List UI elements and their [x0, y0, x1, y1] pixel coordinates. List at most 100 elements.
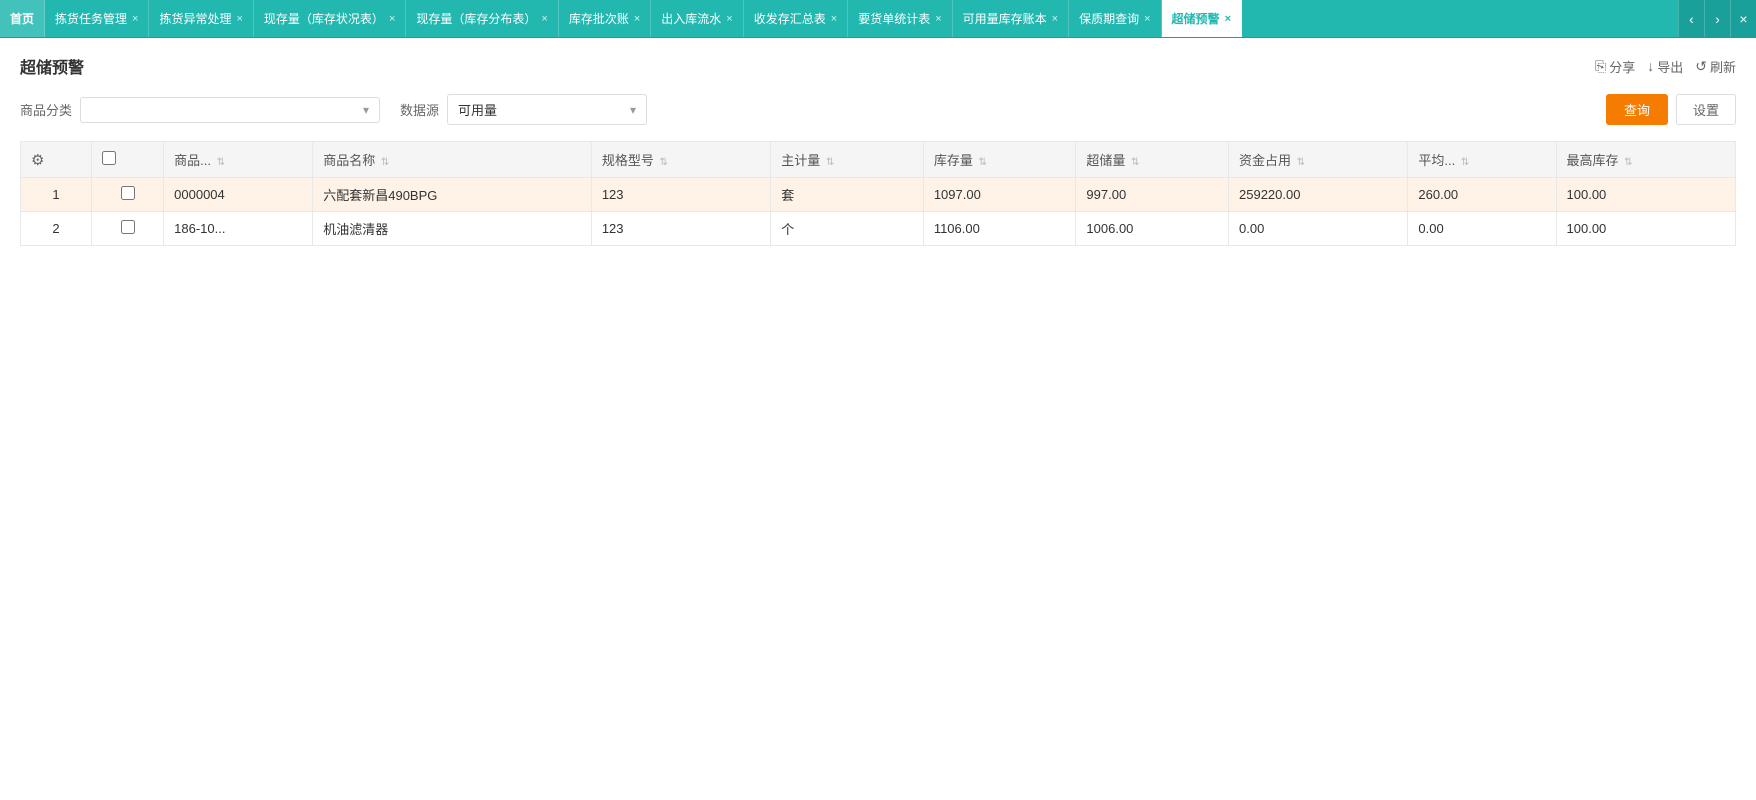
datasource-select[interactable]: 可用量 ▾ [447, 94, 647, 125]
table-body: 1 0000004 六配套新昌490BPG 123 套 1097.00 997.… [21, 178, 1736, 246]
cell-row-num: 1 [21, 178, 92, 212]
inv-status-label: 现存量（库存状况表） [264, 10, 384, 27]
close-task-mgmt[interactable]: × [132, 13, 138, 25]
cell-avg: 0.00 [1408, 212, 1556, 246]
category-label: 商品分类 [20, 100, 72, 119]
query-button[interactable]: 查询 [1606, 94, 1668, 125]
nav-tab-available-ledger[interactable]: 可用量库存账本 × [953, 0, 1069, 38]
nav-close-btn[interactable]: × [1730, 0, 1756, 38]
expiry-check-label: 保质期查询 [1079, 10, 1139, 27]
settings-button[interactable]: 设置 [1676, 94, 1736, 125]
col-avg-label: 平均... [1418, 153, 1455, 168]
cell-overstock: 997.00 [1076, 178, 1229, 212]
select-all-checkbox[interactable] [102, 151, 116, 165]
datasource-filter-item: 数据源 可用量 ▾ [400, 94, 647, 125]
header-row: ⚙ 商品... ⇅ 商品名称 ⇅ 规格型号 ⇅ 主计量 [21, 142, 1736, 178]
sort-spec-icon[interactable]: ⇅ [659, 157, 667, 168]
col-spec-label: 规格型号 [602, 153, 654, 168]
cell-product-name: 六配套新昌490BPG [313, 178, 592, 212]
col-overstock: 超储量 ⇅ [1076, 142, 1229, 178]
cell-max-stock: 100.00 [1556, 212, 1735, 246]
overstock-label: 超储预警 [1172, 10, 1220, 27]
nav-tab-collect-summary[interactable]: 收发存汇总表 × [744, 0, 848, 38]
nav-tab-abnormal[interactable]: 拣货异常处理 × [149, 0, 253, 38]
cell-capital: 259220.00 [1229, 178, 1408, 212]
nav-tab-expiry-check[interactable]: 保质期查询 × [1069, 0, 1161, 38]
nav-tab-overstock[interactable]: 超储预警 × [1162, 0, 1242, 38]
cell-avg: 260.00 [1408, 178, 1556, 212]
col-stock: 库存量 ⇅ [923, 142, 1076, 178]
row-checkbox[interactable] [121, 186, 135, 200]
export-link[interactable]: ↓ 导出 [1647, 57, 1683, 76]
sort-capital-icon[interactable]: ⇅ [1297, 157, 1305, 168]
sort-avg-icon[interactable]: ⇅ [1461, 157, 1469, 168]
col-product-name-label: 商品名称 [323, 153, 375, 168]
nav-tab-in-out-flow[interactable]: 出入库流水 × [651, 0, 743, 38]
nav-next-btn[interactable]: › [1704, 0, 1730, 38]
close-abnormal[interactable]: × [236, 13, 242, 25]
sort-max-stock-icon[interactable]: ⇅ [1624, 157, 1632, 168]
datasource-label: 数据源 [400, 100, 439, 119]
nav-tab-task-mgmt[interactable]: 拣货任务管理 × [45, 0, 149, 38]
page-title: 超储预警 [20, 54, 84, 78]
close-collect-summary[interactable]: × [831, 13, 837, 25]
close-overstock[interactable]: × [1225, 13, 1231, 25]
cell-checkbox [92, 212, 164, 246]
close-order-stats[interactable]: × [935, 13, 941, 25]
col-spec: 规格型号 ⇅ [591, 142, 770, 178]
nav-tab-order-stats[interactable]: 要货单统计表 × [848, 0, 952, 38]
close-inv-status[interactable]: × [389, 13, 395, 25]
sort-stock-icon[interactable]: ⇅ [978, 157, 986, 168]
cell-product-code: 0000004 [164, 178, 313, 212]
col-product-name: 商品名称 ⇅ [313, 142, 592, 178]
refresh-label: 刷新 [1710, 57, 1736, 76]
sort-unit-icon[interactable]: ⇅ [826, 157, 834, 168]
close-available-ledger[interactable]: × [1052, 13, 1058, 25]
refresh-link[interactable]: ↺ 刷新 [1695, 57, 1736, 76]
cell-spec: 123 [591, 178, 770, 212]
close-expiry-check[interactable]: × [1144, 13, 1150, 25]
share-link[interactable]: ⎘ 分享 [1595, 57, 1635, 76]
sort-product-code-icon[interactable]: ⇅ [217, 157, 225, 168]
nav-prev-btn[interactable]: ‹ [1678, 0, 1704, 38]
gear-settings-icon[interactable]: ⚙ [31, 152, 44, 169]
cell-overstock: 1006.00 [1076, 212, 1229, 246]
row-checkbox[interactable] [121, 220, 135, 234]
close-inv-dist[interactable]: × [541, 13, 547, 25]
col-stock-label: 库存量 [934, 153, 973, 168]
sort-overstock-icon[interactable]: ⇅ [1131, 157, 1139, 168]
page-header: 超储预警 ⎘ 分享 ↓ 导出 ↺ 刷新 [20, 54, 1736, 78]
col-max-stock-label: 最高库存 [1567, 153, 1619, 168]
category-select[interactable]: ▾ [80, 97, 380, 123]
cell-product-code: 186-10... [164, 212, 313, 246]
nav-tab-home[interactable]: 首页 [0, 0, 45, 38]
col-checkbox [92, 142, 164, 178]
nav-arrows: ‹ › × [1678, 0, 1756, 38]
cell-spec: 123 [591, 212, 770, 246]
share-label: 分享 [1609, 57, 1635, 76]
order-stats-label: 要货单统计表 [858, 10, 930, 27]
page-content: 超储预警 ⎘ 分享 ↓ 导出 ↺ 刷新 商品分类 ▾ 数据源 [0, 38, 1756, 800]
col-avg: 平均... ⇅ [1408, 142, 1556, 178]
close-in-out-flow[interactable]: × [726, 13, 732, 25]
sort-product-name-icon[interactable]: ⇅ [381, 157, 389, 168]
cell-product-name: 机油滤清器 [313, 212, 592, 246]
datasource-chevron-icon: ▾ [630, 103, 636, 117]
nav-tab-inv-batch[interactable]: 库存批次账 × [559, 0, 651, 38]
export-label: 导出 [1657, 57, 1683, 76]
cell-capital: 0.00 [1229, 212, 1408, 246]
cell-unit: 套 [771, 178, 924, 212]
col-gear: ⚙ [21, 142, 92, 178]
nav-tab-inv-status[interactable]: 现存量（库存状况表） × [254, 0, 406, 38]
nav-tab-inv-dist[interactable]: 现存量（库存分布表） × [406, 0, 558, 38]
col-unit-label: 主计量 [781, 153, 820, 168]
cell-checkbox [92, 178, 164, 212]
col-product-code: 商品... ⇅ [164, 142, 313, 178]
close-inv-batch[interactable]: × [634, 13, 640, 25]
cell-stock: 1097.00 [923, 178, 1076, 212]
data-table: ⚙ 商品... ⇅ 商品名称 ⇅ 规格型号 ⇅ 主计量 [20, 141, 1736, 246]
abnormal-label: 拣货异常处理 [159, 10, 231, 27]
top-nav: 首页 拣货任务管理 × 拣货异常处理 × 现存量（库存状况表） × 现存量（库存… [0, 0, 1756, 38]
inv-batch-label: 库存批次账 [569, 10, 629, 27]
filter-right-actions: 查询 设置 [1606, 94, 1736, 125]
